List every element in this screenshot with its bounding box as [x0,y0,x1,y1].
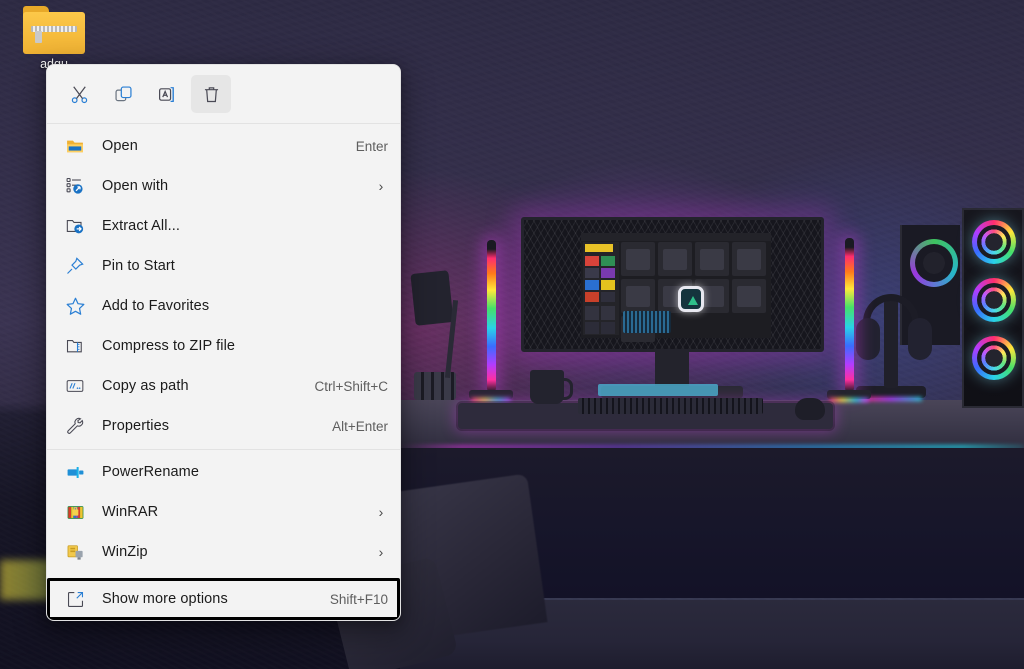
rgb-fan-icon [972,336,1016,380]
menu-item-powerrename[interactable]: PowerRename [50,452,397,492]
screen-focus-highlight [678,286,704,312]
desktop-icon-adgu[interactable]: adgu [18,6,90,72]
chevron-right-icon: › [378,178,384,194]
screen-titlebar [581,233,771,241]
menu-item-winrar[interactable]: WinRAR › [50,492,397,532]
screen-sidebar-selected [585,244,613,252]
screen-swatch [601,256,615,266]
powerrename-icon [64,461,86,483]
menu-item-label: Add to Favorites [102,298,210,314]
menu-item-label: WinRAR [102,504,159,520]
menu-item-extract-all[interactable]: Extract All... [50,206,397,246]
star-icon [64,295,86,317]
rgb-fan-icon [972,278,1016,322]
chevron-right-icon: › [378,544,384,560]
menu-item-label: PowerRename [102,464,200,480]
chevron-right-icon: › [378,504,384,520]
screen-swatch [601,306,615,320]
screen-swatch [601,292,615,302]
screen-swatch [585,322,599,334]
microphone-arm [410,270,454,326]
headphone-earcup [908,318,932,360]
expand-icon [64,588,86,610]
menu-item-winzip[interactable]: WinZip › [50,532,397,572]
menu-item-label: Copy as path [102,378,189,394]
menu-item-properties[interactable]: Properties Alt+Enter [50,406,397,446]
path-icon [64,375,86,397]
keyboard-display-strip [598,384,718,396]
context-menu-group-apps: PowerRename WinRAR › WinZip › [47,450,400,575]
extract-icon [64,215,86,237]
screen-swatch [585,292,599,302]
menu-item-label: Compress to ZIP file [102,338,236,354]
menu-item-add-to-favorites[interactable]: Add to Favorites [50,286,397,326]
scissors-icon [71,85,87,103]
menu-item-label: Open [102,138,138,154]
context-menu[interactable]: Open Enter Open with › Extract All... Pi… [46,64,401,621]
menu-item-open[interactable]: Open Enter [50,126,397,166]
menu-item-accel: Alt+Enter [332,418,388,434]
mug-icon [530,370,573,404]
pin-icon [64,255,86,277]
trash-icon [204,86,218,102]
rgb-fan-icon [972,220,1016,264]
screen-swatch [585,256,599,266]
menu-item-label: WinZip [102,544,148,560]
show-more-options-highlight: Show more options Shift+F10 [47,578,400,620]
zipped-folder-icon [23,6,85,54]
screen-swatch [601,280,615,290]
open-with-icon [64,175,86,197]
copy-button[interactable] [103,75,143,113]
rename-icon [158,86,174,102]
cut-button[interactable] [59,75,99,113]
copy-icon [114,85,132,101]
rgb-light-bar-base [827,390,871,399]
monitor-screen [581,233,771,342]
menu-item-copy-as-path[interactable]: Copy as path Ctrl+Shift+C [50,366,397,406]
menu-item-pin-to-start[interactable]: Pin to Start [50,246,397,286]
screen-keyboard-thumbnail [623,311,671,333]
context-menu-group-primary: Open Enter Open with › Extract All... Pi… [47,124,400,449]
screen-swatch [585,306,599,320]
menu-item-label: Extract All... [102,218,180,234]
menu-item-accel: Shift+F10 [329,591,388,607]
menu-item-compress-to-zip[interactable]: Compress to ZIP file [50,326,397,366]
rgb-light-bar [845,238,854,392]
wrench-icon [64,415,86,437]
menu-item-open-with[interactable]: Open with › [50,166,397,206]
delete-button[interactable] [191,75,231,113]
keyboard-icon [578,398,763,414]
headphone-earcup [856,318,880,360]
screen-swatch [601,268,615,278]
pc-case-icon [962,208,1024,408]
winzip-icon [64,541,86,563]
zip-icon [64,335,86,357]
menu-item-show-more-options[interactable]: Show more options Shift+F10 [50,581,397,617]
menu-item-label: Show more options [102,591,228,607]
rgb-light-bar-base [469,390,513,399]
menu-item-label: Properties [102,418,170,434]
rgb-light-bar [487,240,496,392]
menu-item-accel: Ctrl+Shift+C [314,378,388,394]
context-menu-toolbar [47,65,400,123]
monitor-icon [521,217,824,352]
screen-sidebar [583,242,619,335]
menu-item-accel: Enter [355,138,388,154]
menu-item-label: Open with [102,178,169,194]
screen-swatch [585,268,599,278]
menu-item-label: Pin to Start [102,258,175,274]
screen-swatch [601,322,615,334]
rename-button[interactable] [147,75,187,113]
winrar-icon [64,501,86,523]
screen-swatch [585,280,599,290]
mouse-icon [795,398,825,420]
folder-icon [64,135,86,157]
